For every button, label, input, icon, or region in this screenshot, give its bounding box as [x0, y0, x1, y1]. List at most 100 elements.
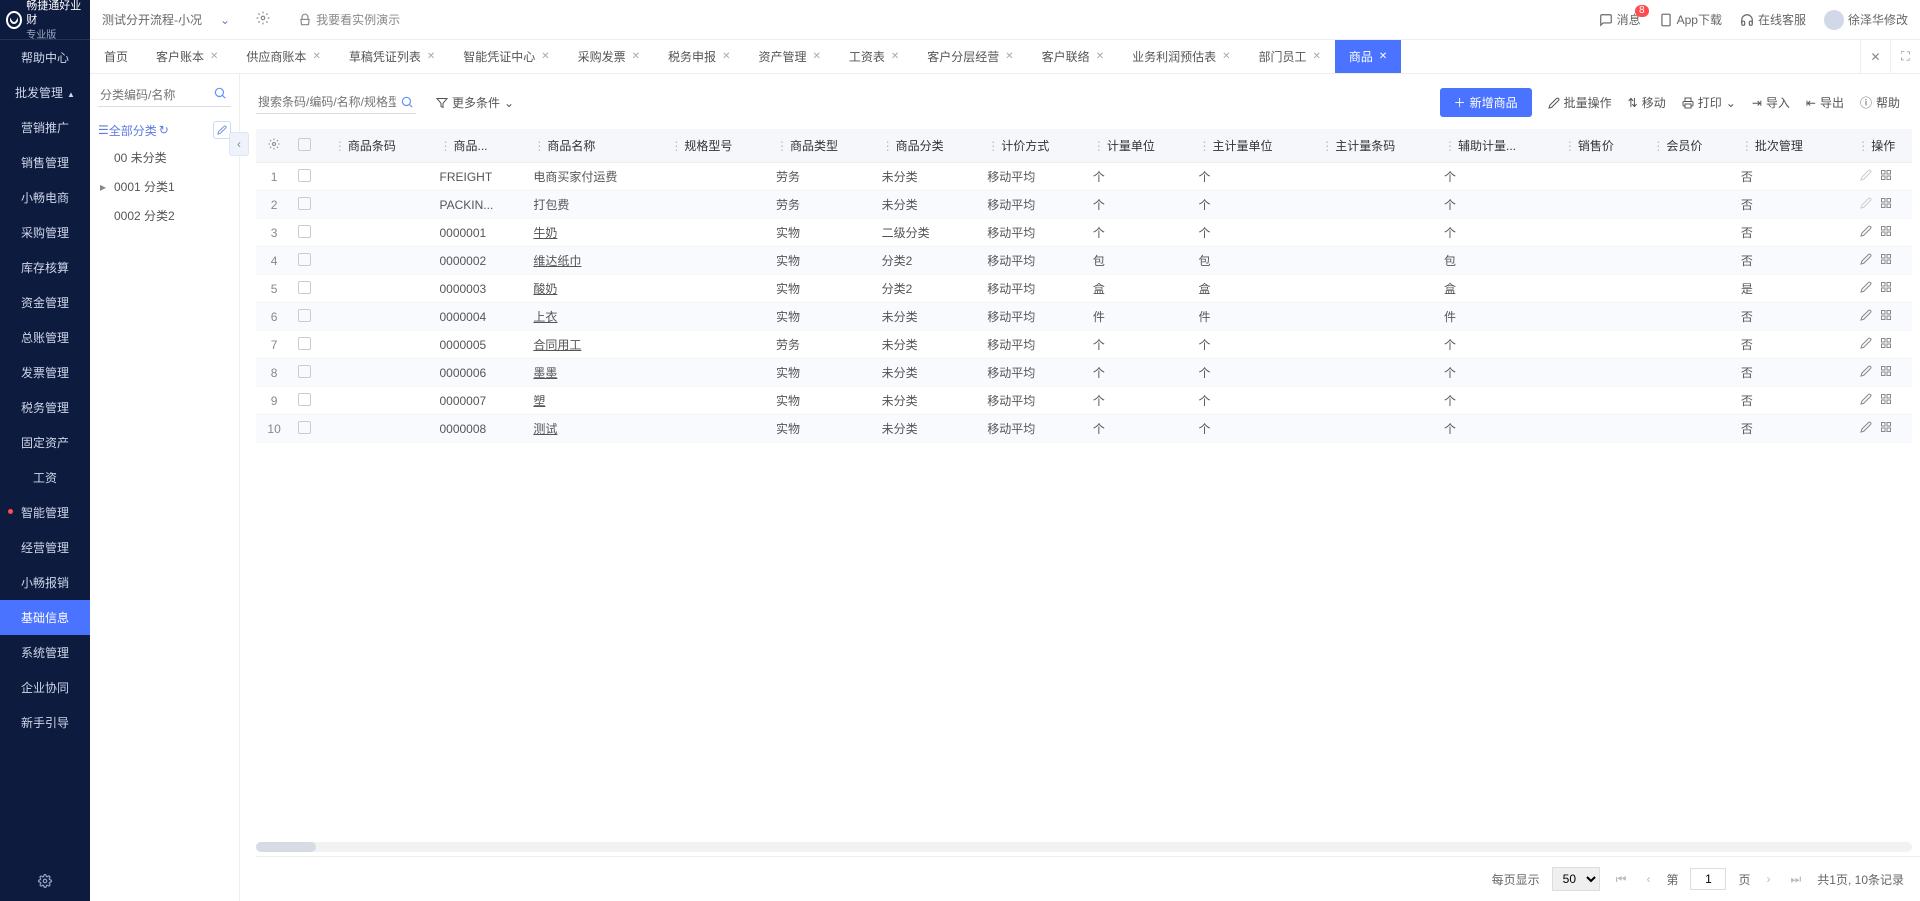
column-header[interactable]: ⋮主计量条码 — [1315, 129, 1438, 163]
app-download-button[interactable]: App下载 — [1659, 11, 1722, 28]
close-icon[interactable]: ✕ — [1379, 51, 1387, 62]
more-row-button[interactable] — [1880, 253, 1892, 268]
edit-row-button[interactable] — [1860, 393, 1872, 408]
import-button[interactable]: ⇥ 导入 — [1752, 94, 1790, 111]
product-name-link[interactable]: 上衣 — [533, 310, 557, 324]
last-page-button[interactable]: ⏭ — [1786, 872, 1805, 887]
more-conditions-button[interactable]: 更多条件 ⌄ — [436, 94, 514, 111]
sidebar-item[interactable]: 采购管理 — [0, 215, 90, 250]
close-icon[interactable]: ✕ — [312, 51, 320, 62]
edit-row-button[interactable] — [1860, 309, 1872, 324]
tree-search-input[interactable] — [98, 84, 231, 107]
workflow-selector[interactable]: 测试分开流程-小况 ⌄ — [102, 11, 248, 28]
sidebar-item[interactable]: 系统管理 — [0, 635, 90, 670]
column-header[interactable]: ⋮辅助计量... — [1438, 129, 1558, 163]
more-row-button[interactable] — [1880, 393, 1892, 408]
close-icon[interactable]: ✕ — [1313, 51, 1321, 62]
close-icon[interactable]: ✕ — [1222, 51, 1230, 62]
sidebar-item[interactable]: 营销推广 — [0, 110, 90, 145]
edit-row-button[interactable] — [1860, 281, 1872, 296]
per-page-select[interactable]: 50 — [1552, 867, 1600, 891]
tab[interactable]: 智能凭证中心✕ — [449, 40, 563, 73]
messages-button[interactable]: 消息 8 — [1599, 11, 1641, 28]
more-row-button[interactable] — [1880, 309, 1892, 324]
search-icon[interactable] — [400, 95, 414, 112]
tab[interactable]: 首页 — [90, 40, 142, 73]
column-header[interactable]: ⋮商品名称 — [527, 129, 664, 163]
table-settings[interactable] — [256, 129, 292, 163]
column-header[interactable]: ⋮计量单位 — [1087, 129, 1193, 163]
sidebar-item[interactable]: 基础信息 — [0, 600, 90, 635]
sidebar-item[interactable]: 资金管理 — [0, 285, 90, 320]
sidebar-item[interactable]: 工资 — [0, 460, 90, 495]
close-icon[interactable]: ✕ — [1005, 51, 1013, 62]
column-header[interactable]: ⋮销售价 — [1558, 129, 1647, 163]
edit-row-button[interactable] — [1860, 225, 1872, 240]
tab[interactable]: 税务申报✕ — [654, 40, 744, 73]
online-service-button[interactable]: 在线客服 — [1740, 11, 1806, 28]
close-icon[interactable]: ✕ — [891, 51, 899, 62]
edit-row-button[interactable] — [1860, 169, 1872, 184]
edit-row-button[interactable] — [1860, 253, 1872, 268]
tree-node[interactable]: 0001 分类1 — [90, 172, 239, 201]
product-name-link[interactable]: 测试 — [533, 422, 557, 436]
tree-node[interactable]: 00 未分类 — [90, 143, 239, 172]
workflow-settings[interactable] — [256, 11, 270, 28]
sidebar-item[interactable]: 智能管理 — [0, 495, 90, 530]
batch-button[interactable]: 批量操作 — [1548, 94, 1612, 111]
sidebar-item[interactable]: 销售管理 — [0, 145, 90, 180]
sidebar-item[interactable]: 小畅电商 — [0, 180, 90, 215]
more-row-button[interactable] — [1880, 169, 1892, 184]
more-row-button[interactable] — [1880, 197, 1892, 212]
tab[interactable]: 客户账本✕ — [142, 40, 232, 73]
column-header[interactable]: ⋮商品类型 — [770, 129, 876, 163]
sidebar-settings[interactable] — [0, 864, 90, 901]
sidebar-item[interactable]: 库存核算 — [0, 250, 90, 285]
page-input[interactable] — [1690, 868, 1726, 890]
more-row-button[interactable] — [1880, 225, 1892, 240]
sidebar-item[interactable]: 税务管理 — [0, 390, 90, 425]
close-icon[interactable]: ✕ — [541, 51, 549, 62]
tab[interactable]: 工资表✕ — [835, 40, 913, 73]
demo-link[interactable]: 我要看实例演示 — [298, 11, 400, 28]
help-button[interactable]: ⓘ 帮助 — [1860, 94, 1900, 111]
tab[interactable]: 草稿凭证列表✕ — [335, 40, 449, 73]
column-header[interactable]: ⋮会员价 — [1646, 129, 1735, 163]
edit-row-button[interactable] — [1860, 337, 1872, 352]
column-header[interactable]: ⋮批次管理 — [1735, 129, 1841, 163]
sidebar-item[interactable]: 总账管理 — [0, 320, 90, 355]
product-name-link[interactable]: 塑 — [533, 394, 545, 408]
product-name-link[interactable]: 牛奶 — [533, 226, 557, 240]
next-page-button[interactable]: › — [1762, 872, 1774, 886]
tab[interactable]: 资产管理✕ — [744, 40, 834, 73]
tree-node[interactable]: 0002 分类2 — [90, 201, 239, 230]
more-row-button[interactable] — [1880, 337, 1892, 352]
close-icon[interactable]: ✕ — [812, 51, 820, 62]
tree-root[interactable]: ☰ 全部分类 ↻ — [90, 117, 239, 143]
refresh-icon[interactable]: ↻ — [159, 123, 169, 137]
tab[interactable]: 客户联络✕ — [1028, 40, 1118, 73]
add-product-button[interactable]: ＋ 新增商品 — [1440, 88, 1532, 117]
tree-collapse-button[interactable]: ‹ — [229, 132, 249, 156]
close-icon[interactable]: ✕ — [210, 51, 218, 62]
sidebar-item[interactable]: 批发管理 — [0, 75, 90, 110]
tab[interactable]: 商品✕ — [1335, 40, 1401, 73]
column-header[interactable]: ⋮商品条码 — [328, 129, 434, 163]
sidebar-item[interactable]: 经营管理 — [0, 530, 90, 565]
tab[interactable]: 采购发票✕ — [564, 40, 654, 73]
sidebar-item[interactable]: 帮助中心 — [0, 40, 90, 75]
edit-row-button[interactable] — [1860, 365, 1872, 380]
first-page-button[interactable]: ⏮ — [1612, 872, 1631, 887]
product-name-link[interactable]: 合同用工 — [533, 338, 581, 352]
table-search-input[interactable] — [256, 91, 416, 114]
select-all[interactable] — [292, 129, 328, 163]
horizontal-scrollbar[interactable] — [256, 842, 1912, 852]
more-row-button[interactable] — [1880, 281, 1892, 296]
sidebar-item[interactable]: 新手引导 — [0, 705, 90, 740]
tab[interactable]: 供应商账本✕ — [232, 40, 334, 73]
sidebar-item[interactable]: 固定资产 — [0, 425, 90, 460]
scrollbar-thumb[interactable] — [256, 842, 316, 852]
edit-row-button[interactable] — [1860, 421, 1872, 436]
tab[interactable]: 部门员工✕ — [1244, 40, 1334, 73]
sidebar-item[interactable]: 发票管理 — [0, 355, 90, 390]
